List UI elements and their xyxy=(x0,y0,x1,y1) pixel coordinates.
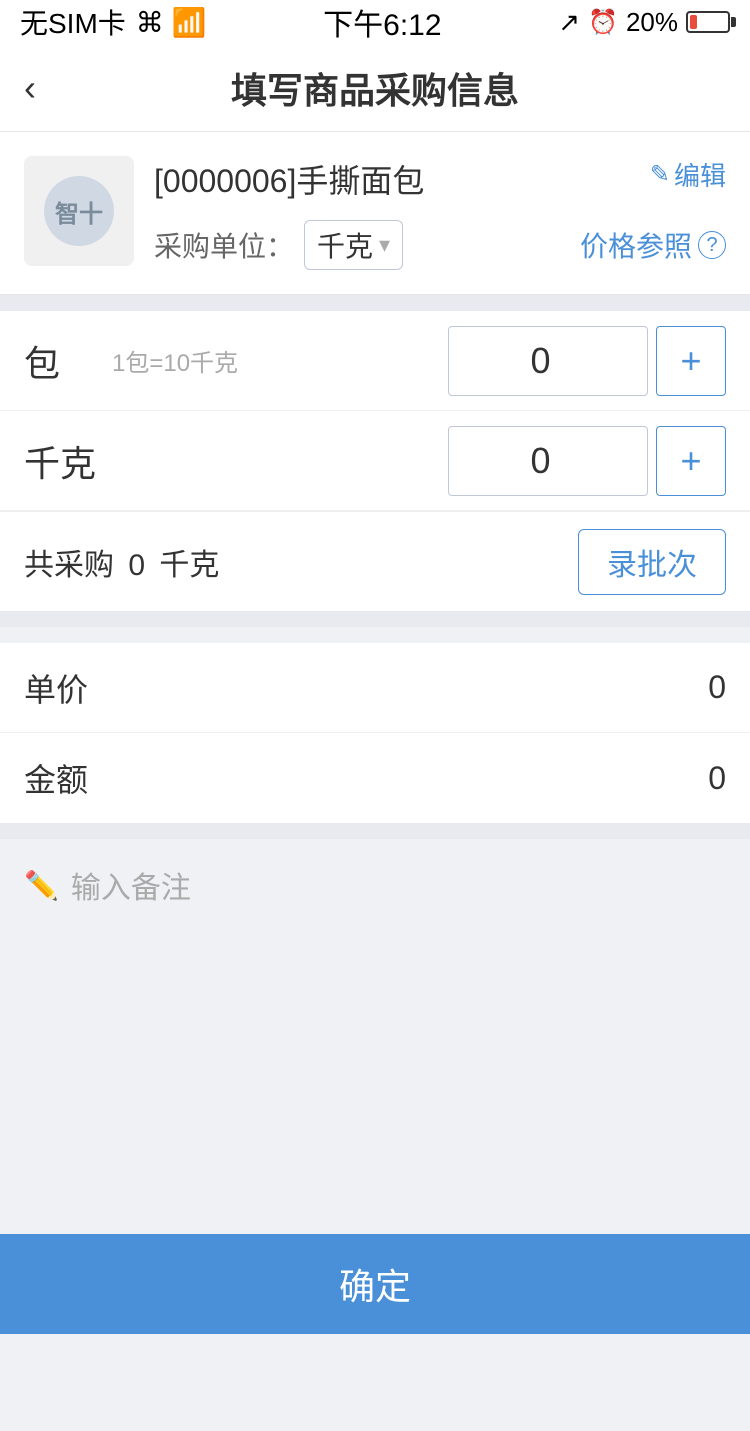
wifi-icon: ⌘ 📶 xyxy=(136,6,207,39)
product-info: [0000006]手撕面包 ✎ 编辑 采购单位： 千克 ▾ 价格参照 ? xyxy=(154,156,726,270)
battery-icon xyxy=(686,11,730,33)
dropdown-icon: ▾ xyxy=(379,232,390,258)
quantity-label-bao: 包 xyxy=(24,335,104,387)
unit-label: 采购单位： xyxy=(154,225,294,265)
quantity-input-wrap-bao: + xyxy=(448,326,726,396)
quantity-plus-bao[interactable]: + xyxy=(656,326,726,396)
summary-amount: 0 xyxy=(128,549,145,582)
confirm-button[interactable]: 确定 xyxy=(0,1234,750,1334)
quantity-plus-kg[interactable]: + xyxy=(656,426,726,496)
quantity-row-bao: 包 1包=10千克 + xyxy=(0,311,750,411)
quantity-row-kg: 千克 + xyxy=(0,411,750,511)
help-icon: ? xyxy=(698,231,726,259)
product-unit-row: 采购单位： 千克 ▾ 价格参照 ? xyxy=(154,220,726,270)
section-divider-3 xyxy=(0,823,750,839)
price-row-unit: 单价 0 xyxy=(0,643,750,733)
price-ref-button[interactable]: 价格参照 ? xyxy=(580,225,726,265)
remark-placeholder: 输入备注 xyxy=(71,863,191,907)
amount-value: 0 xyxy=(708,760,726,797)
product-thumb-text: 智十 xyxy=(44,176,114,246)
status-time: 下午6:12 xyxy=(323,0,441,44)
unit-value: 千克 xyxy=(317,225,373,265)
unit-select[interactable]: 千克 ▾ xyxy=(304,220,403,270)
product-name: [0000006]手撕面包 xyxy=(154,156,424,202)
section-divider-1 xyxy=(0,295,750,311)
pencil-icon: ✏️ xyxy=(24,869,59,902)
back-button[interactable]: ‹ xyxy=(24,67,36,109)
battery-percent: 20% xyxy=(626,7,678,38)
unit-price-value: 0 xyxy=(708,669,726,706)
quantity-sublabel-bao: 1包=10千克 xyxy=(112,343,448,378)
quantity-input-wrap-kg: + xyxy=(448,426,726,496)
quantity-input-bao[interactable] xyxy=(448,326,648,396)
section-divider-2 xyxy=(0,611,750,627)
batch-button[interactable]: 录批次 xyxy=(578,529,726,595)
nav-bar: ‹ 填写商品采购信息 xyxy=(0,44,750,132)
edit-icon: ✎ xyxy=(650,160,670,189)
carrier-label: 无SIM卡 xyxy=(20,2,126,42)
price-section: 单价 0 金额 0 xyxy=(0,643,750,823)
amount-label: 金额 xyxy=(24,755,88,801)
summary-text: 共采购 0 千克 xyxy=(24,540,219,584)
summary-unit: 千克 xyxy=(159,549,219,582)
page-title: 填写商品采购信息 xyxy=(231,62,519,114)
unit-price-label: 单价 xyxy=(24,665,88,711)
quantity-input-kg[interactable] xyxy=(448,426,648,496)
summary-row: 共采购 0 千克 录批次 xyxy=(0,511,750,611)
confirm-button-label: 确定 xyxy=(339,1258,411,1310)
product-header: [0000006]手撕面包 ✎ 编辑 xyxy=(154,156,726,202)
price-ref-label: 价格参照 xyxy=(580,225,692,265)
product-thumbnail: 智十 xyxy=(24,156,134,266)
status-right: ↗ ⏰ 20% xyxy=(558,7,730,38)
alarm-icon: ⏰ xyxy=(588,8,618,37)
location-icon: ↗ xyxy=(558,7,580,38)
remark-section[interactable]: ✏️ 输入备注 xyxy=(0,839,750,931)
status-left: 无SIM卡 ⌘ 📶 xyxy=(20,2,206,42)
product-card: 智十 [0000006]手撕面包 ✎ 编辑 采购单位： 千克 ▾ xyxy=(0,132,750,295)
status-bar: 无SIM卡 ⌘ 📶 下午6:12 ↗ ⏰ 20% xyxy=(0,0,750,44)
edit-label: 编辑 xyxy=(674,156,726,193)
summary-prefix: 共采购 xyxy=(24,549,114,582)
price-row-amount: 金额 0 xyxy=(0,733,750,823)
quantity-label-kg: 千克 xyxy=(24,435,104,487)
quantity-section: 包 1包=10千克 + 千克 + 共采购 0 千克 录批次 xyxy=(0,311,750,611)
edit-button[interactable]: ✎ 编辑 xyxy=(650,156,726,193)
